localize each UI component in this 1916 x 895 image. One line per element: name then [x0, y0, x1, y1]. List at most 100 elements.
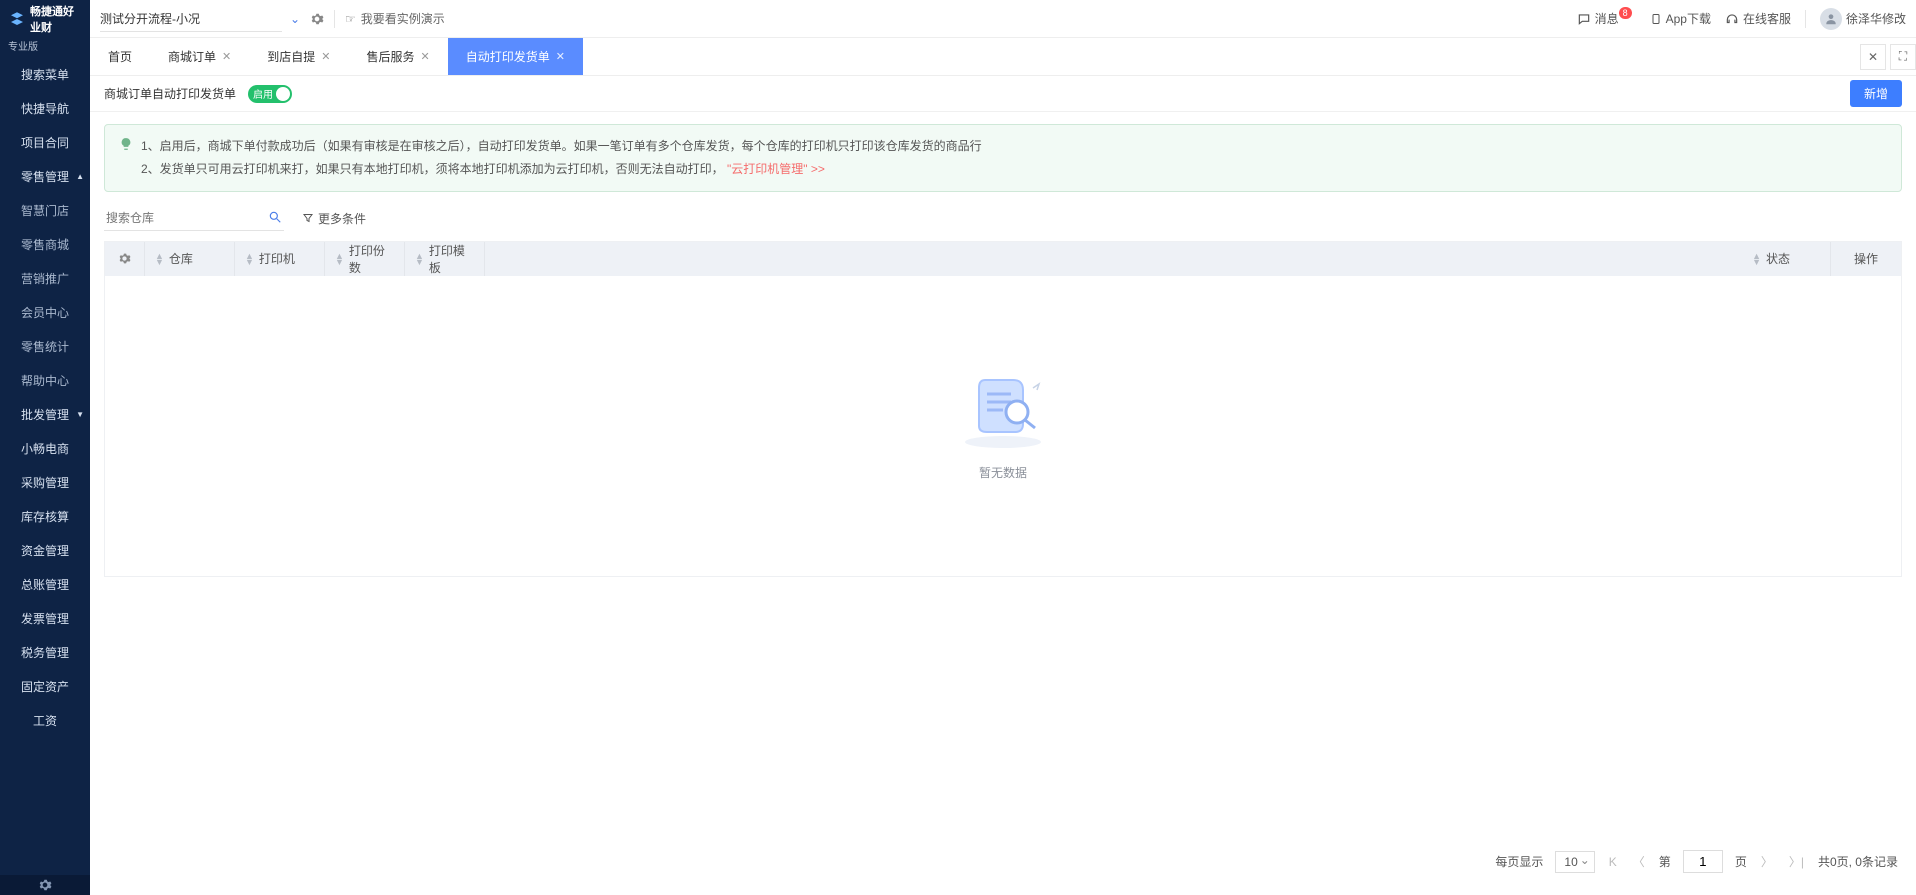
demo-link[interactable]: ☞ 我要看实例演示 [345, 10, 445, 27]
divider [334, 10, 335, 28]
empty-text: 暂无数据 [979, 464, 1027, 481]
close-icon[interactable]: ✕ [556, 50, 565, 63]
sidebar-item-19[interactable]: 工资 [0, 703, 90, 737]
sidebar-item-16[interactable]: 发票管理 [0, 601, 90, 635]
sidebar-item-label: 零售管理 [21, 168, 69, 185]
messages-button[interactable]: 消息 8 [1577, 10, 1636, 27]
page-title: 商城订单自动打印发货单 [104, 85, 236, 102]
tab-0[interactable]: 首页 [90, 38, 150, 75]
sidebar-item-label: 搜索菜单 [21, 66, 69, 83]
sidebar-item-4[interactable]: 智慧门店 [0, 193, 90, 227]
user-menu[interactable]: 徐泽华修改 [1820, 8, 1906, 30]
sidebar-item-label: 总账管理 [21, 576, 69, 593]
sidebar: 畅捷通好业财 专业版 搜索菜单快捷导航项目合同零售管理 ▲ 智慧门店零售商城营销推广… [0, 0, 90, 895]
sidebar-item-13[interactable]: 库存核算 [0, 499, 90, 533]
sidebar-item-7[interactable]: 会员中心 [0, 295, 90, 329]
tab-label: 首页 [108, 48, 132, 65]
search-row: 更多条件 [104, 206, 1902, 231]
sidebar-item-2[interactable]: 项目合同 [0, 125, 90, 159]
sidebar-item-9[interactable]: 帮助中心 [0, 363, 90, 397]
filter-icon [302, 212, 314, 224]
sidebar-settings-button[interactable] [0, 875, 90, 895]
sort-icon[interactable]: ▲▼ [155, 253, 164, 265]
fullscreen-button[interactable]: ⛶ [1890, 44, 1916, 70]
chevron-down-icon[interactable]: ⌄ [290, 12, 300, 26]
app-download-label: App下载 [1666, 10, 1711, 27]
col-template[interactable]: ▲▼ 打印模板 [405, 242, 485, 276]
toggle-knob [276, 87, 290, 101]
sort-icon[interactable]: ▲▼ [245, 253, 254, 265]
close-icon[interactable]: ✕ [421, 50, 430, 63]
sidebar-item-18[interactable]: 固定资产 [0, 669, 90, 703]
column-settings-button[interactable] [105, 242, 145, 276]
last-page-button[interactable]: 〉| [1787, 853, 1806, 870]
first-page-button[interactable]: K [1607, 855, 1619, 869]
brand-logo: 畅捷通好业财 [0, 0, 90, 38]
sidebar-item-6[interactable]: 营销推广 [0, 261, 90, 295]
tab-4[interactable]: 自动打印发货单✕ [448, 38, 583, 75]
sidebar-item-17[interactable]: 税务管理 [0, 635, 90, 669]
avatar-icon [1820, 8, 1842, 30]
more-conditions-label: 更多条件 [318, 210, 366, 227]
page-input[interactable] [1683, 850, 1723, 873]
sidebar-item-label: 库存核算 [21, 508, 69, 525]
add-button[interactable]: 新增 [1850, 80, 1902, 107]
search-icon[interactable] [268, 210, 282, 224]
col-copies[interactable]: ▲▼ 打印份数 [325, 242, 405, 276]
cloud-printer-link[interactable]: "云打印机管理" >> [727, 162, 825, 176]
tab-2[interactable]: 到店自提✕ [249, 38, 348, 75]
username: 徐泽华修改 [1846, 10, 1906, 27]
online-service-button[interactable]: 在线客服 [1725, 10, 1791, 27]
sidebar-item-11[interactable]: 小畅电商 [0, 431, 90, 465]
info-box: 1、启用后，商城下单付款成功后（如果有审核是在审核之后），自动打印发货单。如果一… [104, 124, 1902, 192]
sort-icon[interactable]: ▲▼ [415, 253, 424, 265]
sidebar-item-10[interactable]: 批发管理▼ [0, 397, 90, 431]
col-status[interactable]: ▲▼ 状态 [485, 242, 1831, 276]
sidebar-item-label: 批发管理 [21, 406, 69, 423]
sidebar-item-0[interactable]: 搜索菜单 [0, 57, 90, 91]
table: ▲▼ 仓库 ▲▼ 打印机 ▲▼ 打印份数 ▲▼ 打印模板 [104, 241, 1902, 577]
sidebar-item-label: 小畅电商 [21, 440, 69, 457]
tab-3[interactable]: 售后服务✕ [348, 38, 447, 75]
sidebar-item-label: 帮助中心 [21, 372, 69, 389]
sidebar-item-14[interactable]: 资金管理 [0, 533, 90, 567]
expand-icon: ⛶ [1899, 49, 1907, 64]
gear-icon [38, 878, 52, 892]
nav-list: 搜索菜单快捷导航项目合同零售管理 ▲ 智慧门店零售商城营销推广会员中心零售统计帮助中… [0, 57, 90, 895]
sidebar-item-label: 项目合同 [21, 134, 69, 151]
messages-badge: 8 [1619, 7, 1632, 19]
caret-icon: ▲ [76, 172, 84, 181]
tab-label: 商城订单 [168, 48, 216, 65]
sort-icon[interactable]: ▲▼ [335, 253, 344, 265]
sidebar-item-3[interactable]: 零售管理 ▲ [0, 159, 90, 193]
topbar: 测试分开流程-小况 ⌄ ☞ 我要看实例演示 消息 8 [90, 0, 1916, 38]
sidebar-item-8[interactable]: 零售统计 [0, 329, 90, 363]
per-page-select[interactable]: 10 [1555, 851, 1594, 873]
close-tab-button[interactable]: ✕ [1860, 44, 1886, 70]
prev-page-button[interactable]: 〈 [1631, 853, 1647, 870]
close-icon[interactable]: ✕ [222, 50, 231, 63]
sort-icon[interactable]: ▲▼ [1752, 253, 1761, 265]
demo-link-label: 我要看实例演示 [361, 10, 445, 27]
sidebar-item-12[interactable]: 采购管理 [0, 465, 90, 499]
lightbulb-icon [119, 137, 133, 181]
more-conditions-button[interactable]: 更多条件 [302, 210, 366, 227]
col-printer[interactable]: ▲▼ 打印机 [235, 242, 325, 276]
app-download-button[interactable]: App下载 [1650, 10, 1711, 27]
page-prefix: 第 [1659, 853, 1671, 870]
brand-edition: 专业版 [0, 38, 90, 57]
next-page-button[interactable]: 〉 [1759, 853, 1775, 870]
close-icon[interactable]: ✕ [321, 50, 330, 63]
brand-icon [8, 10, 26, 28]
sidebar-item-15[interactable]: 总账管理 [0, 567, 90, 601]
sidebar-item-1[interactable]: 快捷导航 [0, 91, 90, 125]
warehouse-search-input[interactable] [104, 206, 284, 230]
col-warehouse[interactable]: ▲▼ 仓库 [145, 242, 235, 276]
sidebar-item-5[interactable]: 零售商城 [0, 227, 90, 261]
table-header: ▲▼ 仓库 ▲▼ 打印机 ▲▼ 打印份数 ▲▼ 打印模板 [105, 242, 1901, 276]
enable-toggle[interactable]: 启用 [248, 85, 292, 103]
sidebar-item-label: 发票管理 [21, 610, 69, 627]
settings-icon[interactable] [310, 12, 324, 26]
online-service-label: 在线客服 [1743, 10, 1791, 27]
tab-1[interactable]: 商城订单 ✕ [150, 38, 249, 75]
